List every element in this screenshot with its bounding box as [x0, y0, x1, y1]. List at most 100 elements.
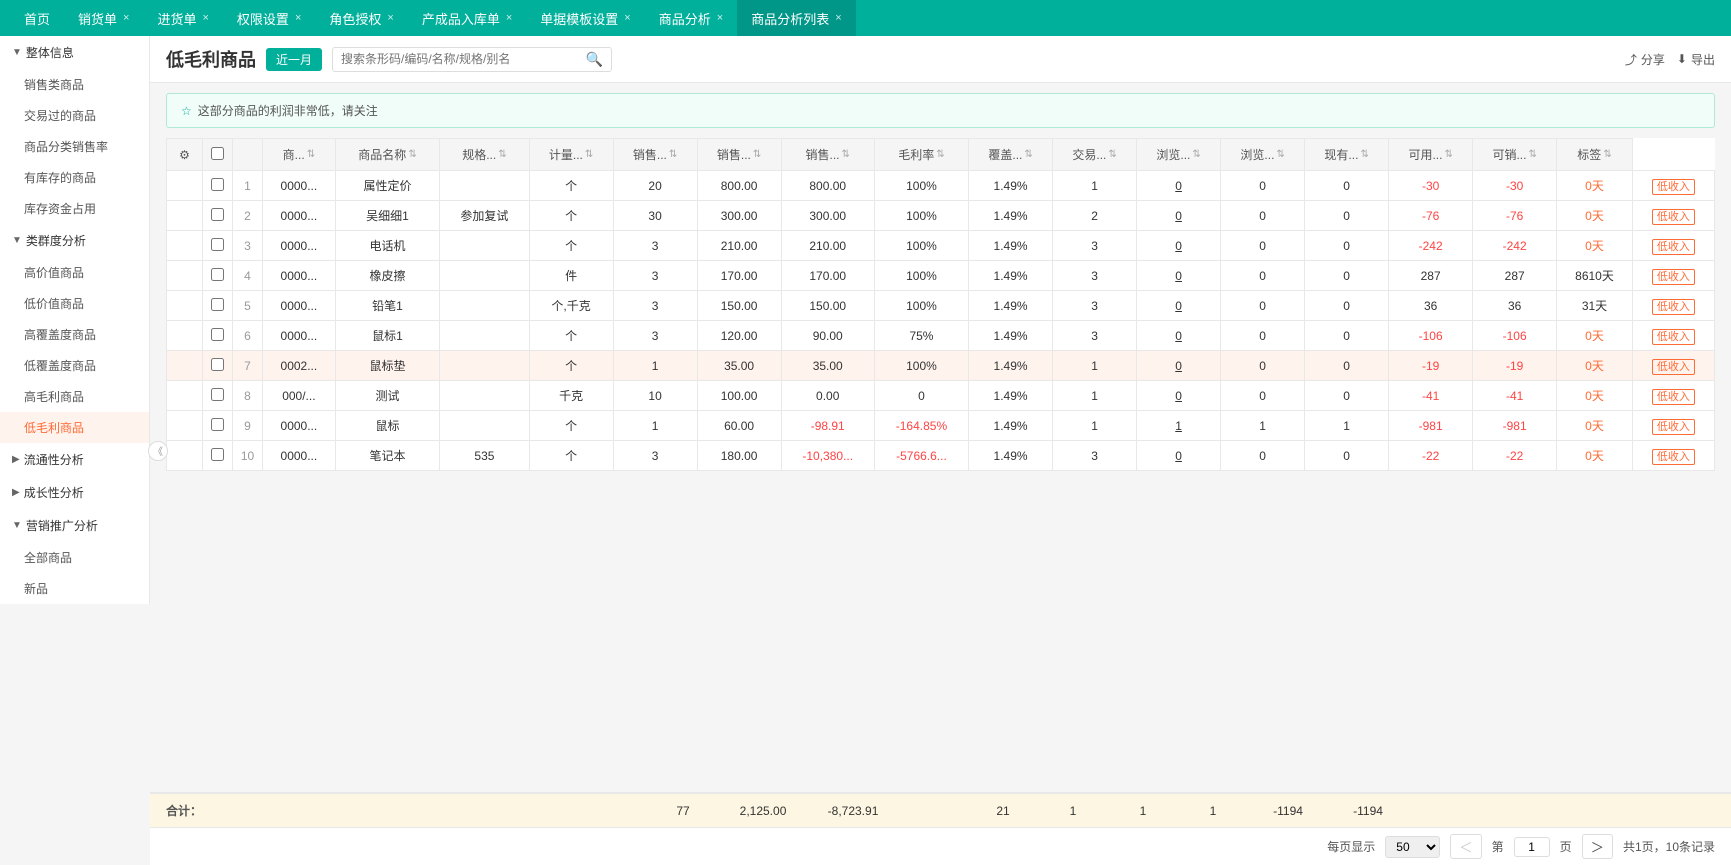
col-browse2[interactable]: 浏览...⇅	[1221, 139, 1305, 171]
td-gross: 1.49%	[969, 201, 1053, 231]
table-row: 10 0000... 笔记本 535 个 3 180.00 -10,380...…	[167, 441, 1715, 471]
nav-sales[interactable]: 销货单 ×	[64, 0, 143, 36]
td-avail: -22	[1473, 441, 1557, 471]
nav-product-stock[interactable]: 产成品入库单 ×	[408, 0, 526, 36]
col-sellable[interactable]: 可销...⇅	[1473, 139, 1557, 171]
export-button[interactable]: ⬇ 导出	[1677, 51, 1715, 68]
row-checkbox[interactable]	[211, 298, 224, 311]
select-all-checkbox[interactable]	[211, 147, 224, 160]
page-number-input[interactable]	[1514, 837, 1550, 857]
nav-purchase-close[interactable]: ×	[202, 12, 208, 24]
share-button[interactable]: ⤴ 分享	[1625, 51, 1665, 68]
col-trade[interactable]: 交易...⇅	[1053, 139, 1137, 171]
nav-product-analysis-list[interactable]: 商品分析列表 ×	[737, 0, 855, 36]
td-avail: -19	[1473, 351, 1557, 381]
nav-role-close[interactable]: ×	[387, 12, 393, 24]
td-code: 0000...	[263, 321, 336, 351]
sidebar-item-low-coverage[interactable]: 低覆盖度商品	[0, 350, 149, 381]
tag-badge: 低收入	[1652, 389, 1695, 405]
nav-product-analysis-close[interactable]: ×	[717, 12, 723, 24]
date-filter-button[interactable]: 近一月	[266, 48, 322, 71]
sidebar-item-in-stock[interactable]: 有库存的商品	[0, 162, 149, 193]
sidebar-collapse-button[interactable]: 《	[148, 441, 168, 461]
td-stock: -242	[1389, 231, 1473, 261]
sidebar-item-capital[interactable]: 库存资金占用	[0, 193, 149, 224]
col-sales[interactable]: 销售...⇅	[781, 139, 874, 171]
nav-role[interactable]: 角色授权 ×	[315, 0, 407, 36]
td-sellable: 0天	[1557, 231, 1633, 261]
td-avail: -41	[1473, 381, 1557, 411]
td-sellable: 31天	[1557, 291, 1633, 321]
td-avail: -242	[1473, 231, 1557, 261]
sidebar-item-sales-goods[interactable]: 销售类商品	[0, 69, 149, 100]
col-price[interactable]: 销售...⇅	[697, 139, 781, 171]
row-checkbox[interactable]	[211, 238, 224, 251]
sidebar-group-marketing[interactable]: ▼ 营销推广分析	[0, 509, 149, 542]
row-checkbox[interactable]	[211, 358, 224, 371]
search-box: 🔍	[332, 47, 612, 72]
pagination-bar: 每页显示 20 50 100 ＜ 第 页 ＞ 共1页，10条记录	[150, 827, 1731, 865]
td-sellable: 0天	[1557, 171, 1633, 201]
td-index: 9	[233, 411, 263, 441]
nav-template[interactable]: 单据模板设置 ×	[526, 0, 644, 36]
td-unit: 个	[529, 321, 613, 351]
td-name: 笔记本	[335, 441, 440, 471]
row-checkbox[interactable]	[211, 418, 224, 431]
nav-product-analysis[interactable]: 商品分析 ×	[645, 0, 737, 36]
row-checkbox[interactable]	[211, 328, 224, 341]
nav-product-stock-close[interactable]: ×	[506, 12, 512, 24]
sidebar-item-traded-goods[interactable]: 交易过的商品	[0, 100, 149, 131]
sidebar-group-cluster[interactable]: ▼ 类群度分析	[0, 224, 149, 257]
sidebar-item-category-rate[interactable]: 商品分类销售率	[0, 131, 149, 162]
nav-sales-close[interactable]: ×	[123, 12, 129, 24]
sidebar-group-general[interactable]: ▼ 整体信息	[0, 36, 149, 69]
nav-purchase[interactable]: 进货单 ×	[143, 0, 222, 36]
td-coverage: 1	[1053, 381, 1137, 411]
nav-permission[interactable]: 权限设置 ×	[223, 0, 315, 36]
nav-template-close[interactable]: ×	[624, 12, 630, 24]
sidebar-group-growth[interactable]: ▶ 成长性分析	[0, 476, 149, 509]
row-checkbox[interactable]	[211, 268, 224, 281]
nav-permission-close[interactable]: ×	[295, 12, 301, 24]
row-checkbox[interactable]	[211, 208, 224, 221]
notice-icon: ☆	[181, 104, 192, 118]
total-coverage: 21	[968, 804, 1038, 818]
col-unit[interactable]: 计量...⇅	[529, 139, 613, 171]
col-code[interactable]: 商...⇅	[263, 139, 336, 171]
td-trade: 0	[1137, 321, 1221, 351]
nav-product-analysis-list-close[interactable]: ×	[835, 12, 841, 24]
search-icon[interactable]: 🔍	[586, 51, 603, 68]
sidebar-item-all-goods[interactable]: 全部商品	[0, 542, 149, 573]
col-spec[interactable]: 规格...⇅	[440, 139, 529, 171]
row-checkbox[interactable]	[211, 388, 224, 401]
total-sales: -8,723.91	[808, 804, 898, 818]
next-page-button[interactable]: ＞	[1582, 834, 1613, 859]
td-tag: 低收入	[1632, 411, 1714, 441]
prev-page-button[interactable]: ＜	[1450, 834, 1481, 859]
td-checkbox	[203, 411, 233, 441]
col-settings[interactable]: ⚙	[167, 139, 203, 171]
sidebar-item-high-value[interactable]: 高价值商品	[0, 257, 149, 288]
sidebar-group-liquidity[interactable]: ▶ 流通性分析	[0, 443, 149, 476]
col-gross[interactable]: 毛利率⇅	[874, 139, 968, 171]
row-checkbox[interactable]	[211, 178, 224, 191]
col-qty[interactable]: 销售...⇅	[613, 139, 697, 171]
col-name[interactable]: 商品名称⇅	[335, 139, 440, 171]
col-browse1[interactable]: 浏览...⇅	[1137, 139, 1221, 171]
td-browse2: 0	[1305, 321, 1389, 351]
page-size-select[interactable]: 20 50 100	[1385, 836, 1440, 858]
nav-home[interactable]: 首页	[10, 0, 64, 36]
row-checkbox[interactable]	[211, 448, 224, 461]
sidebar-item-low-value[interactable]: 低价值商品	[0, 288, 149, 319]
sidebar-item-low-margin[interactable]: 低毛利商品	[0, 412, 149, 443]
sidebar-item-new-goods[interactable]: 新品	[0, 573, 149, 604]
sidebar-item-high-margin[interactable]: 高毛利商品	[0, 381, 149, 412]
col-tag[interactable]: 标签⇅	[1557, 139, 1633, 171]
col-coverage[interactable]: 覆盖...⇅	[969, 139, 1053, 171]
td-gross: 1.49%	[969, 351, 1053, 381]
col-avail[interactable]: 可用...⇅	[1389, 139, 1473, 171]
td-unit: 个,千克	[529, 291, 613, 321]
col-stock[interactable]: 现有...⇅	[1305, 139, 1389, 171]
search-input[interactable]	[341, 52, 586, 66]
sidebar-item-high-coverage[interactable]: 高覆盖度商品	[0, 319, 149, 350]
